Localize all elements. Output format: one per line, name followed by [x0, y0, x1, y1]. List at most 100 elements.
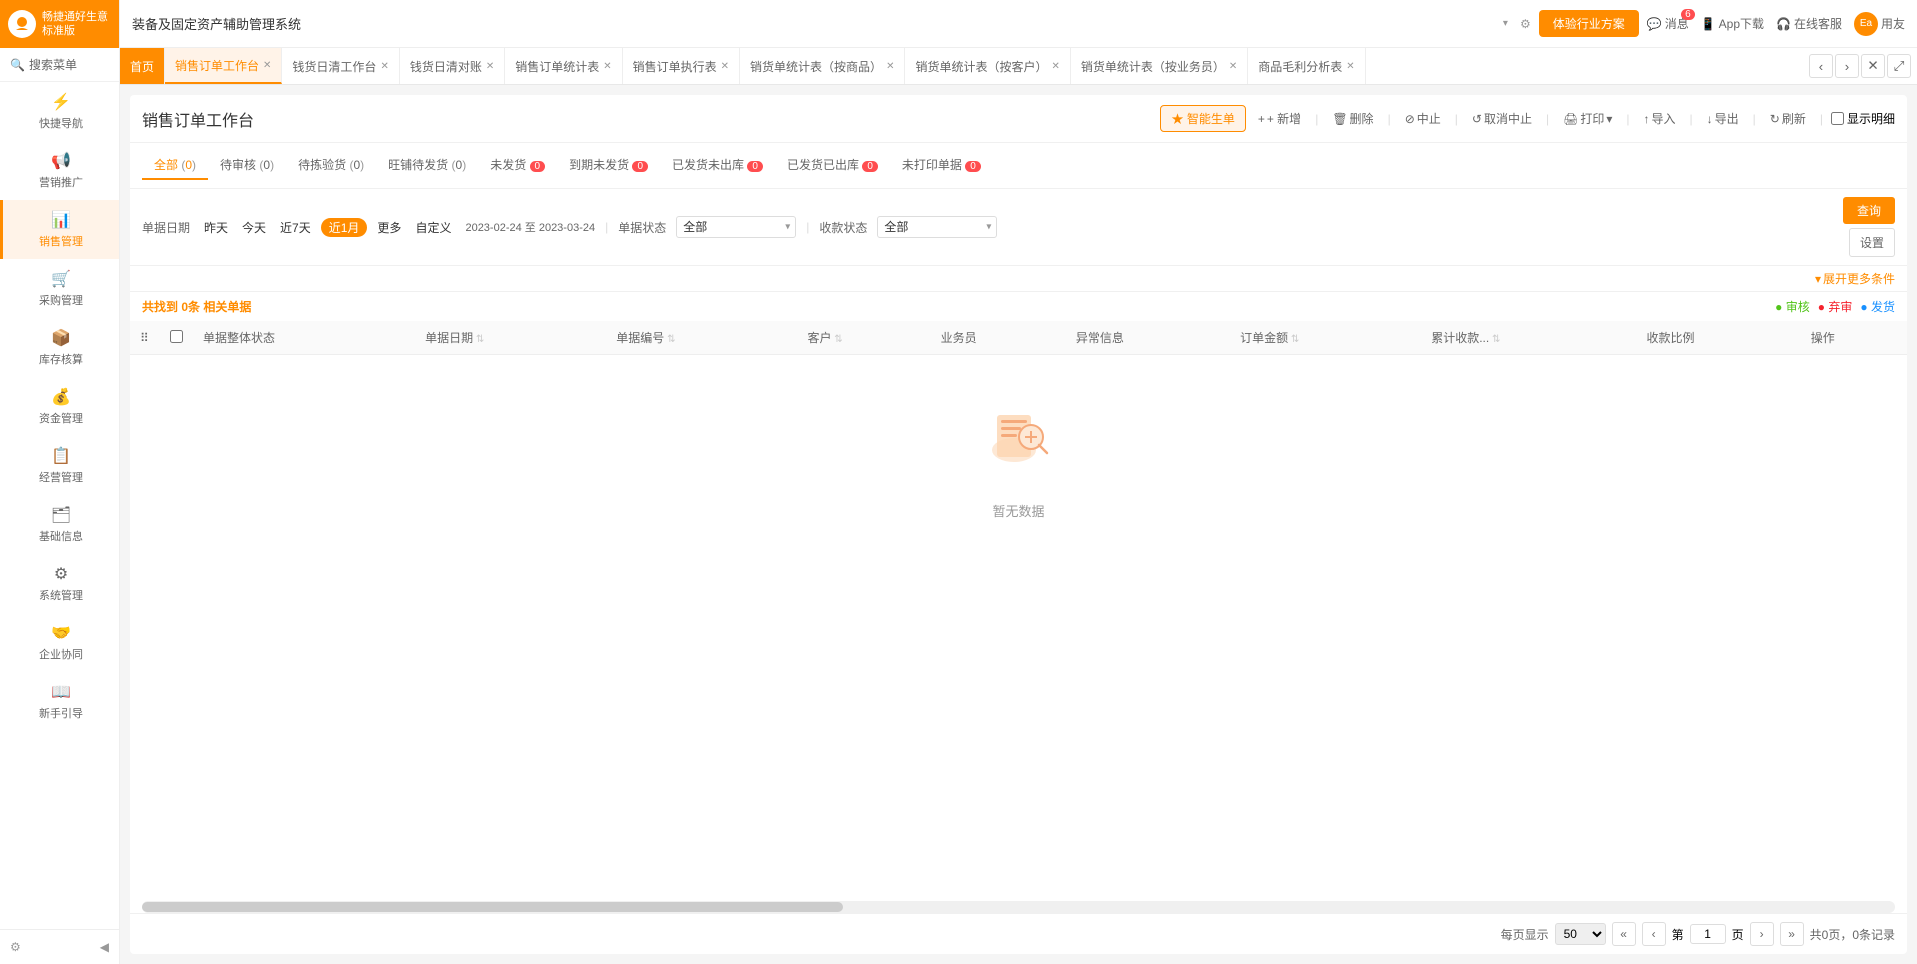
- show-detail-label[interactable]: 显示明细: [1831, 110, 1895, 127]
- tab-cash-daily[interactable]: 钱货日清工作台 ✕: [282, 48, 399, 84]
- settings-gear-icon[interactable]: ⚙: [1520, 17, 1531, 31]
- tab-home[interactable]: 首页: [120, 48, 165, 84]
- sidebar-item-marketing[interactable]: 📢 营销推广: [0, 141, 119, 200]
- tab-sales-workbench[interactable]: 销售订单工作台 ✕: [165, 48, 282, 84]
- first-page-btn[interactable]: «: [1612, 922, 1636, 946]
- horizontal-scrollbar[interactable]: [142, 901, 1895, 913]
- user-item[interactable]: Ea 用友: [1854, 12, 1905, 36]
- col-number[interactable]: 单据编号: [606, 321, 797, 355]
- trial-btn[interactable]: 体验行业方案: [1539, 10, 1639, 37]
- tab-sales-summary-customer[interactable]: 销货单统计表（按客户） ✕: [905, 48, 1070, 84]
- tab-nav-close-all[interactable]: ✕: [1861, 54, 1885, 78]
- set-btn[interactable]: 设置: [1849, 228, 1895, 257]
- system-label: 系统管理: [39, 587, 83, 603]
- tab-product-margin[interactable]: 商品毛利分析表 ✕: [1248, 48, 1365, 84]
- tab-sales-stats[interactable]: 销售订单统计表 ✕: [505, 48, 622, 84]
- online-service-item[interactable]: 🎧 在线客服: [1776, 15, 1842, 32]
- sidebar-item-guide[interactable]: 📖 新手引导: [0, 672, 119, 731]
- prev-page-btn[interactable]: ‹: [1642, 922, 1666, 946]
- tab-sales-stats-close[interactable]: ✕: [603, 61, 611, 72]
- next-page-btn[interactable]: ›: [1750, 922, 1774, 946]
- tab-cash-daily-close[interactable]: ✕: [380, 61, 388, 72]
- total-count: 共找到 0条 相关单据: [142, 298, 251, 315]
- tab-sales-summary-product[interactable]: 销货单统计表（按商品） ✕: [740, 48, 905, 84]
- col-amount[interactable]: 订单金额: [1230, 321, 1421, 355]
- date-opt-7days[interactable]: 近7天: [276, 218, 315, 237]
- add-btn[interactable]: + + 新增: [1252, 106, 1307, 131]
- dropdown-icon[interactable]: ▾: [1503, 18, 1508, 29]
- tab-sales-exec[interactable]: 销售订单执行表 ✕: [623, 48, 740, 84]
- print-dropdown-icon: ▾: [1606, 112, 1612, 126]
- expand-btn[interactable]: ▾ 展开更多条件: [1815, 270, 1895, 287]
- filter-tab-wangpu[interactable]: 旺铺待发货 (0): [376, 151, 478, 180]
- date-opt-today[interactable]: 今天: [238, 218, 270, 237]
- tab-sales-workbench-close[interactable]: ✕: [263, 60, 271, 71]
- sidebar-item-sales[interactable]: 📊 销售管理: [0, 200, 119, 259]
- audit-btn[interactable]: ● 审核: [1775, 298, 1810, 315]
- app-download-item[interactable]: 📱 App下载: [1701, 15, 1764, 32]
- sidebar-item-operations[interactable]: 📋 经营管理: [0, 436, 119, 495]
- print-btn[interactable]: 🖨 打印 ▾: [1557, 106, 1618, 131]
- smart-gen-btn[interactable]: ★ 智能生单: [1160, 105, 1245, 132]
- filter-tab-shipped-not-out[interactable]: 已发货未出库 0: [660, 151, 775, 180]
- tab-sales-exec-close[interactable]: ✕: [721, 61, 729, 72]
- date-opt-1month[interactable]: 近1月: [321, 218, 368, 237]
- tab-product-margin-close[interactable]: ✕: [1346, 61, 1354, 72]
- payment-select[interactable]: 全部 已收款 未收款: [877, 216, 997, 238]
- col-customer[interactable]: 客户: [797, 321, 930, 355]
- tab-sales-summary-product-close[interactable]: ✕: [886, 61, 894, 72]
- query-btn[interactable]: 查询: [1843, 197, 1895, 224]
- ship-btn[interactable]: ● 发货: [1860, 298, 1895, 315]
- filter-tab-not-shipped[interactable]: 未发货 0: [478, 151, 557, 180]
- tab-sales-summary-staff[interactable]: 销货单统计表（按业务员） ✕: [1071, 48, 1248, 84]
- tab-cash-reconcile-close[interactable]: ✕: [486, 61, 494, 72]
- collapse-icon[interactable]: ◀: [100, 940, 109, 954]
- sidebar-item-basic-info[interactable]: 🗂 基础信息: [0, 495, 119, 554]
- filter-tab-not-printed[interactable]: 未打印单据 0: [890, 151, 993, 180]
- tab-sales-summary-staff-close[interactable]: ✕: [1229, 61, 1237, 72]
- select-all-checkbox[interactable]: [170, 330, 183, 343]
- sidebar-item-quick-nav[interactable]: ⚡ 快捷导航: [0, 82, 119, 141]
- filter-tab-all[interactable]: 全部 (0): [142, 151, 208, 180]
- filter-tab-pending-review[interactable]: 待审核 (0): [208, 151, 286, 180]
- sidebar-item-purchase[interactable]: 🛒 采购管理: [0, 259, 119, 318]
- filter-tab-shipped-out[interactable]: 已发货已出库 0: [775, 151, 890, 180]
- tab-nav-left[interactable]: ‹: [1809, 54, 1833, 78]
- message-icon-item[interactable]: 💬 消息 6: [1647, 15, 1689, 32]
- tab-sales-summary-customer-close[interactable]: ✕: [1051, 61, 1059, 72]
- status-select[interactable]: 全部 待审核 已审核: [676, 216, 796, 238]
- date-opt-custom[interactable]: 自定义: [411, 218, 455, 237]
- tab-cash-reconcile[interactable]: 钱货日清对账 ✕: [400, 48, 505, 84]
- filter-tab-shipped-out-label: 已发货已出库: [787, 158, 859, 172]
- filter-tab-pending-inspection[interactable]: 待拣验货 (0): [286, 151, 376, 180]
- filter-tab-expired[interactable]: 到期未发货 0: [557, 151, 660, 180]
- import-btn[interactable]: ↑ 导入: [1638, 106, 1682, 131]
- sidebar-item-system[interactable]: ⚙ 系统管理: [0, 554, 119, 613]
- col-date[interactable]: 单据日期: [415, 321, 606, 355]
- sidebar-search[interactable]: 🔍 搜索菜单: [0, 48, 119, 82]
- scrollbar-thumb[interactable]: [142, 902, 843, 912]
- sidebar-item-finance[interactable]: 💰 资金管理: [0, 377, 119, 436]
- sidebar-item-cooperation[interactable]: 🤝 企业协同: [0, 613, 119, 672]
- stop-btn[interactable]: ⊘ 中止: [1399, 106, 1447, 131]
- sidebar-item-inventory[interactable]: 📦 库存核算: [0, 318, 119, 377]
- revoke-btn[interactable]: ● 弃审: [1818, 298, 1853, 315]
- page-size-select[interactable]: 10 20 50 100: [1555, 923, 1606, 945]
- page-size-label: 每页显示: [1501, 926, 1549, 943]
- tab-nav-right[interactable]: ›: [1835, 54, 1859, 78]
- refresh-btn[interactable]: ↻ 刷新: [1764, 106, 1812, 131]
- export-btn[interactable]: ↓ 导出: [1701, 106, 1745, 131]
- date-opt-more[interactable]: 更多: [373, 218, 405, 237]
- last-page-btn[interactable]: »: [1780, 922, 1804, 946]
- cancel-stop-btn[interactable]: ↺ 取消中止: [1466, 106, 1538, 131]
- date-opt-yesterday[interactable]: 昨天: [200, 218, 232, 237]
- show-detail-checkbox[interactable]: [1831, 112, 1844, 125]
- tab-cash-daily-label: 钱货日清工作台: [292, 58, 376, 75]
- marketing-label: 营销推广: [39, 174, 83, 190]
- delete-btn[interactable]: 🗑 删除: [1326, 106, 1379, 131]
- tab-nav-expand[interactable]: ⤢: [1887, 54, 1911, 78]
- settings-icon[interactable]: ⚙: [10, 940, 21, 954]
- page-input[interactable]: [1690, 924, 1726, 944]
- col-received[interactable]: 累计收款...: [1421, 321, 1636, 355]
- filter-tabs: 全部 (0) 待审核 (0) 待拣验货 (0) 旺铺待发货 (0) 未发货: [130, 143, 1907, 189]
